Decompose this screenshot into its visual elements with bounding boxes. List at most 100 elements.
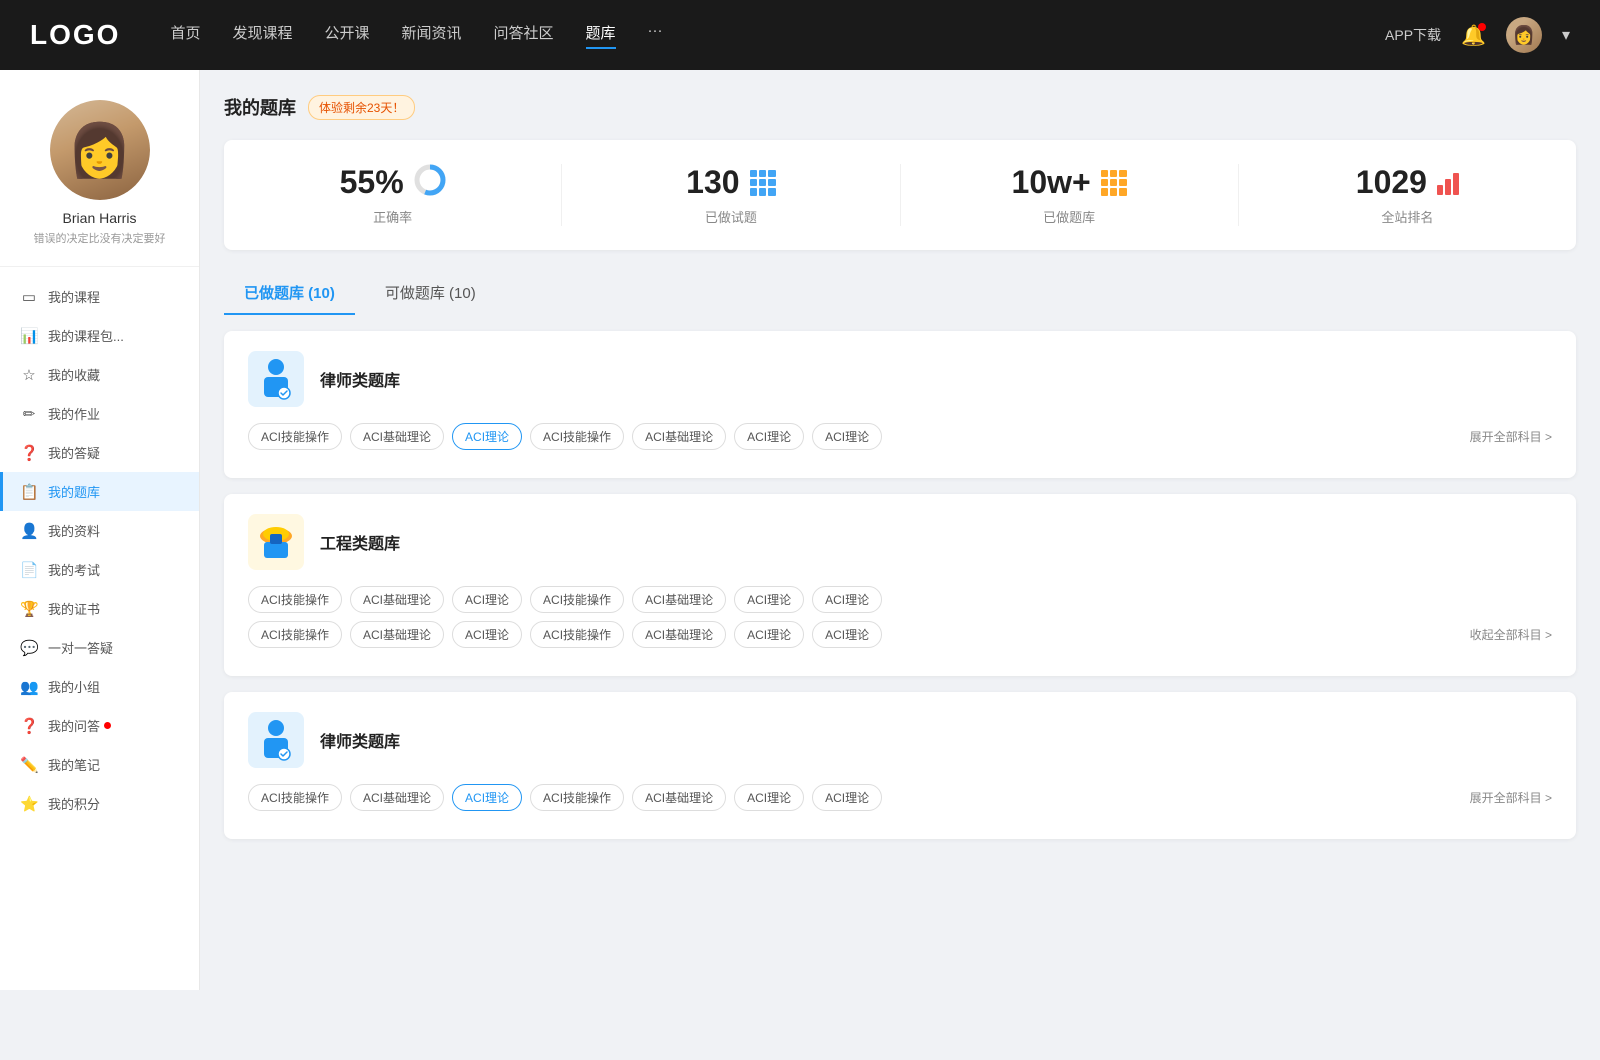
collapse-link-2[interactable]: 收起全部科目 > <box>1470 626 1552 643</box>
user-avatar-nav[interactable]: 👩 <box>1506 17 1542 53</box>
profile-icon: 👤 <box>20 522 38 540</box>
nav-logo: LOGO <box>30 19 120 51</box>
nav-link-news[interactable]: 新闻资讯 <box>402 22 462 49</box>
sidebar-item-profile[interactable]: 👤 我的资料 <box>0 511 199 550</box>
myqa-icon: ❓ <box>20 717 38 735</box>
tabs-row: 已做题库 (10) 可做题库 (10) <box>224 274 1576 315</box>
stat-value-3: 10w+ <box>1012 164 1091 201</box>
tab-available-banks[interactable]: 可做题库 (10) <box>365 274 496 315</box>
qbank-icon: 📋 <box>20 483 38 501</box>
tab-done-banks[interactable]: 已做题库 (10) <box>224 274 355 315</box>
notification-bell[interactable]: 🔔 <box>1461 23 1486 48</box>
stat-top-4: 1029 <box>1259 164 1556 201</box>
tag-2a-6[interactable]: ACI理论 <box>734 586 804 613</box>
tag-3-7[interactable]: ACI理论 <box>812 784 882 811</box>
sidebar-item-course[interactable]: ▭ 我的课程 <box>0 277 199 316</box>
tag-1-4[interactable]: ACI技能操作 <box>530 423 624 450</box>
tag-2a-7[interactable]: ACI理论 <box>812 586 882 613</box>
tag-3-6[interactable]: ACI理论 <box>734 784 804 811</box>
sidebar-item-favorites[interactable]: ☆ 我的收藏 <box>0 355 199 394</box>
expand-link-1[interactable]: 展开全部科目 > <box>1470 428 1552 445</box>
qbank-card-3: 律师类题库 ACI技能操作 ACI基础理论 ACI理论 ACI技能操作 ACI基… <box>224 692 1576 839</box>
sidebar-label-profile: 我的资料 <box>48 521 100 540</box>
nav-link-discover[interactable]: 发现课程 <box>232 22 292 49</box>
tag-2b-6[interactable]: ACI理论 <box>734 621 804 648</box>
sidebar-item-qbank[interactable]: 📋 我的题库 <box>0 472 199 511</box>
sidebar-label-myqa: 我的问答 <box>48 716 100 735</box>
tag-1-5[interactable]: ACI基础理论 <box>632 423 726 450</box>
sidebar-label-group: 我的小组 <box>48 677 100 696</box>
tag-2b-4[interactable]: ACI技能操作 <box>530 621 624 648</box>
tag-2a-4[interactable]: ACI技能操作 <box>530 586 624 613</box>
sidebar: 👩 Brian Harris 错误的决定比没有决定要好 ▭ 我的课程 📊 我的课… <box>0 70 200 990</box>
sidebar-label-points: 我的积分 <box>48 794 100 813</box>
tag-2a-2[interactable]: ACI基础理论 <box>350 586 444 613</box>
tags-row-2a: ACI技能操作 ACI基础理论 ACI理论 ACI技能操作 ACI基础理论 AC… <box>248 586 1552 613</box>
tag-3-4[interactable]: ACI技能操作 <box>530 784 624 811</box>
app-download-button[interactable]: APP下载 <box>1385 25 1441 45</box>
stat-top-1: 55% <box>244 164 541 201</box>
sidebar-label-notes: 我的笔记 <box>48 755 100 774</box>
nav-link-qa[interactable]: 问答社区 <box>494 22 554 49</box>
sidebar-item-coursepackage[interactable]: 📊 我的课程包... <box>0 316 199 355</box>
sidebar-item-answers[interactable]: ❓ 我的答疑 <box>0 433 199 472</box>
homework-icon: ✏ <box>20 405 38 423</box>
sidebar-item-myqa[interactable]: ❓ 我的问答 <box>0 706 199 745</box>
nav-link-home[interactable]: 首页 <box>170 22 200 49</box>
qbank-header-3: 律师类题库 <box>248 712 1552 768</box>
sidebar-item-certificate[interactable]: 🏆 我的证书 <box>0 589 199 628</box>
sidebar-label-coursepackage: 我的课程包... <box>48 326 124 345</box>
qbank-title-1: 律师类题库 <box>320 367 400 391</box>
tag-2a-5[interactable]: ACI基础理论 <box>632 586 726 613</box>
qbank-card-1: 律师类题库 ACI技能操作 ACI基础理论 ACI理论 ACI技能操作 ACI基… <box>224 331 1576 478</box>
tag-3-2[interactable]: ACI基础理论 <box>350 784 444 811</box>
tags-row-1: ACI技能操作 ACI基础理论 ACI理论 ACI技能操作 ACI基础理论 AC… <box>248 423 1552 450</box>
tag-2a-3[interactable]: ACI理论 <box>452 586 522 613</box>
sidebar-item-group[interactable]: 👥 我的小组 <box>0 667 199 706</box>
tag-3-1[interactable]: ACI技能操作 <box>248 784 342 811</box>
tag-1-6[interactable]: ACI理论 <box>734 423 804 450</box>
nav-link-qbank[interactable]: 题库 <box>586 22 616 49</box>
sidebar-item-points[interactable]: ⭐ 我的积分 <box>0 784 199 823</box>
tag-2b-1[interactable]: ACI技能操作 <box>248 621 342 648</box>
user-dropdown-arrow[interactable]: ▾ <box>1562 25 1570 45</box>
stat-done-questions: 130 已做试题 <box>562 164 900 226</box>
tag-3-3[interactable]: ACI理论 <box>452 784 522 811</box>
nav-link-more[interactable]: ··· <box>648 22 663 49</box>
stat-label-3: 已做题库 <box>921 207 1218 226</box>
1on1-icon: 💬 <box>20 639 38 657</box>
trial-badge: 体验剩余23天！ <box>308 95 415 120</box>
sidebar-item-notes[interactable]: ✏️ 我的笔记 <box>0 745 199 784</box>
tag-2b-7[interactable]: ACI理论 <box>812 621 882 648</box>
tag-1-2[interactable]: ACI基础理论 <box>350 423 444 450</box>
qbank-title-3: 律师类题库 <box>320 728 400 752</box>
tag-3-5[interactable]: ACI基础理论 <box>632 784 726 811</box>
sidebar-label-course: 我的课程 <box>48 287 100 306</box>
tag-2b-5[interactable]: ACI基础理论 <box>632 621 726 648</box>
stat-value-1: 55% <box>340 164 404 201</box>
expand-link-3[interactable]: 展开全部科目 > <box>1470 789 1552 806</box>
grid-blue-icon <box>750 170 776 196</box>
sidebar-label-certificate: 我的证书 <box>48 599 100 618</box>
nav-link-open[interactable]: 公开课 <box>324 22 369 49</box>
tag-1-7[interactable]: ACI理论 <box>812 423 882 450</box>
sidebar-label-homework: 我的作业 <box>48 404 100 423</box>
tag-1-1[interactable]: ACI技能操作 <box>248 423 342 450</box>
qa-dot <box>104 722 111 729</box>
tag-1-3[interactable]: ACI理论 <box>452 423 522 450</box>
sidebar-item-exam[interactable]: 📄 我的考试 <box>0 550 199 589</box>
tag-2b-3[interactable]: ACI理论 <box>452 621 522 648</box>
page-wrapper: 👩 Brian Harris 错误的决定比没有决定要好 ▭ 我的课程 📊 我的课… <box>0 70 1600 990</box>
stats-row: 55% 正确率 130 <box>224 140 1576 250</box>
notification-dot <box>1478 23 1486 31</box>
favorites-icon: ☆ <box>20 366 38 384</box>
sidebar-item-homework[interactable]: ✏ 我的作业 <box>0 394 199 433</box>
sidebar-label-qbank: 我的题库 <box>48 482 100 501</box>
tag-2a-1[interactable]: ACI技能操作 <box>248 586 342 613</box>
grid-yellow-icon <box>1101 170 1127 196</box>
sidebar-item-1on1[interactable]: 💬 一对一答疑 <box>0 628 199 667</box>
tag-2b-2[interactable]: ACI基础理论 <box>350 621 444 648</box>
coursepackage-icon: 📊 <box>20 327 38 345</box>
qbank-header-1: 律师类题库 <box>248 351 1552 407</box>
qbank-card-2: 工程类题库 ACI技能操作 ACI基础理论 ACI理论 ACI技能操作 ACI基… <box>224 494 1576 676</box>
